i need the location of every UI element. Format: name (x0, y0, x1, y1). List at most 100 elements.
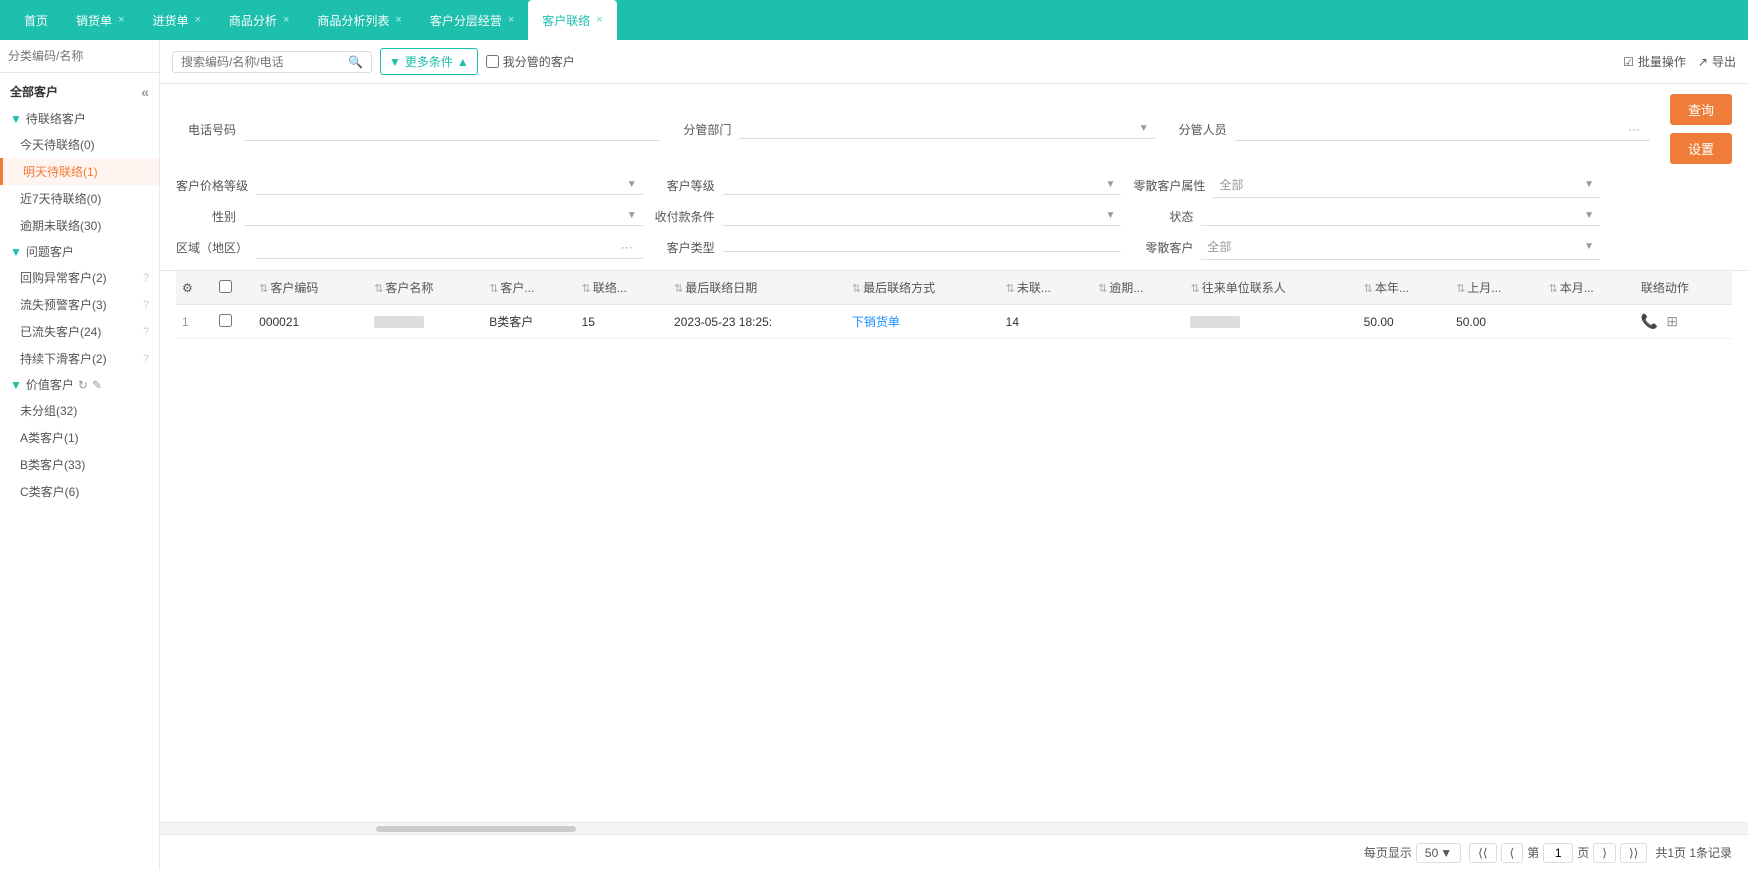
qr-icon[interactable]: ⊞ (1666, 313, 1678, 330)
search-icon[interactable]: 🔍 (348, 55, 363, 69)
col-current-month: ⇅本月... (1543, 271, 1635, 305)
per-page-selector[interactable]: 50 ▼ (1416, 843, 1461, 863)
next-page-button[interactable]: ⟩ (1593, 843, 1616, 863)
sidebar-collapse-icon[interactable]: « (141, 84, 149, 100)
nav-home[interactable]: 首页 (10, 0, 62, 40)
sidebar-item-ungrouped[interactable]: 未分组(32) (0, 397, 159, 424)
horizontal-scrollbar[interactable] (160, 822, 1748, 834)
export-button[interactable]: ↗ 导出 (1698, 53, 1736, 70)
nav-product-analysis[interactable]: 商品分析 × (215, 0, 303, 40)
sidebar-item-churn-warning[interactable]: 流失预警客户(3) ? (0, 291, 159, 318)
filter-gender-select[interactable]: ▼ (244, 206, 643, 226)
sidebar-item-repurchase-abnormal[interactable]: 回购异常客户(2) ? (0, 264, 159, 291)
col-checkbox[interactable] (213, 271, 253, 305)
filter-dept: 分管部门 ▼ (671, 119, 1154, 139)
cell-action: 📞 ⊞ (1635, 305, 1732, 339)
filter-retail-attr-select[interactable]: 全部 ▼ (1213, 172, 1600, 198)
page-number-input[interactable] (1543, 843, 1573, 863)
help-icon-churned: ? (143, 326, 149, 338)
nav-customer-contact[interactable]: 客户联络 × (528, 0, 616, 40)
close-customer-contact[interactable]: × (596, 14, 602, 26)
sidebar-content: 全部客户 « ▼ 待联络客户 今天待联络(0) 明天待联络(1) 近7天待联络(… (0, 73, 159, 870)
close-sales-order[interactable]: × (118, 14, 124, 26)
filter-area-select[interactable]: ··· (256, 236, 643, 259)
person-dots-icon[interactable]: ··· (1624, 122, 1644, 136)
help-icon-declining: ? (143, 353, 149, 365)
filter-person-select[interactable]: ··· (1235, 118, 1650, 141)
cell-current-year: 50.00 (1358, 305, 1450, 339)
pending-arrow-icon: ▼ (10, 112, 22, 126)
filter-icon: ▼ (389, 55, 401, 69)
nav-purchase-order[interactable]: 进货单 × (138, 0, 214, 40)
per-page-chevron-icon: ▼ (1440, 846, 1452, 860)
filter-dept-select[interactable]: ▼ (739, 119, 1154, 139)
col-company-contact: ⇅往来单位联系人 (1184, 271, 1357, 305)
filter-price-level-select[interactable]: ▼ (256, 175, 643, 195)
sidebar-item-churned[interactable]: 已流失客户(24) ? (0, 318, 159, 345)
query-button[interactable]: 查询 (1670, 94, 1732, 125)
retail-customer-chevron-icon: ▼ (1584, 241, 1594, 252)
my-customers-checkbox-area[interactable]: 我分管的客户 (486, 53, 575, 70)
sidebar-item-class-c[interactable]: C类客户(6) (0, 478, 159, 505)
filter-retail-customer-select[interactable]: 全部 ▼ (1201, 234, 1600, 260)
filter-phone-input[interactable] (244, 118, 659, 141)
cell-current-month (1543, 305, 1635, 339)
checkbox-icon: ☑ (1623, 55, 1634, 69)
cell-code: 000021 (253, 305, 368, 339)
call-icon[interactable]: 📞 (1641, 313, 1658, 330)
sidebar-section-pending[interactable]: ▼ 待联络客户 (0, 106, 159, 131)
filter-customer-level: 客户等级 ▼ (655, 175, 1122, 195)
more-conditions-button[interactable]: ▼ 更多条件 ▲ (380, 48, 478, 75)
close-purchase-order[interactable]: × (194, 14, 200, 26)
first-page-button[interactable]: ⟨⟨ (1469, 843, 1496, 863)
filter-customer-level-select[interactable]: ▼ (723, 175, 1122, 195)
select-all-checkbox[interactable] (219, 280, 232, 293)
filter-status: 状态 ▼ (1133, 206, 1600, 226)
sidebar-item-declining[interactable]: 持续下滑客户(2) ? (0, 345, 159, 372)
nav-sales-order[interactable]: 销货单 × (62, 0, 138, 40)
close-customer-tier[interactable]: × (508, 14, 514, 26)
close-product-analysis[interactable]: × (283, 14, 289, 26)
filter-status-select[interactable]: ▼ (1201, 206, 1600, 226)
filter-payment: 收付款条件 ▼ (655, 206, 1122, 226)
nav-customer-tier[interactable]: 客户分层经营 × (416, 0, 528, 40)
filter-customer-type-select[interactable] (723, 243, 1122, 252)
toolbar: 🔍 ▼ 更多条件 ▲ 我分管的客户 ☑ 批量操作 ↗ 导出 (160, 40, 1748, 84)
filter-payment-select[interactable]: ▼ (723, 206, 1122, 226)
cell-overdue (1092, 305, 1184, 339)
set-button[interactable]: 设置 (1670, 133, 1732, 164)
nav-product-analysis-list[interactable]: 商品分析列表 × (303, 0, 415, 40)
cell-checkbox[interactable] (213, 305, 253, 339)
my-customers-checkbox[interactable] (486, 55, 499, 68)
prev-page-button[interactable]: ⟨ (1501, 843, 1524, 863)
sidebar-item-class-b[interactable]: B类客户(33) (0, 451, 159, 478)
sidebar-item-class-a[interactable]: A类客户(1) (0, 424, 159, 451)
value-section-edit[interactable]: ✎ (92, 378, 102, 392)
sidebar-item-today-contact[interactable]: 今天待联络(0) (0, 131, 159, 158)
batch-operation-button[interactable]: ☑ 批量操作 (1623, 53, 1686, 70)
sidebar-item-tomorrow-contact[interactable]: 明天待联络(1) (0, 158, 159, 185)
sidebar-search-input[interactable] (8, 49, 163, 63)
sidebar-item-overdue-contact[interactable]: 逾期未联络(30) (0, 212, 159, 239)
col-settings[interactable]: ⚙ (176, 271, 213, 305)
filter-retail-customer: 零散客户 全部 ▼ (1133, 234, 1600, 260)
value-section-refresh[interactable]: ↻ (78, 378, 88, 392)
dept-chevron-icon: ▼ (1139, 123, 1149, 134)
area-dots-icon[interactable]: ··· (617, 240, 637, 254)
sidebar-section-value[interactable]: ▼ 价值客户 ↻ ✎ (0, 372, 159, 397)
sidebar-item-7days-contact[interactable]: 近7天待联络(0) (0, 185, 159, 212)
sidebar-section-problem[interactable]: ▼ 问题客户 (0, 239, 159, 264)
sidebar-all-customers[interactable]: 全部客户 « (0, 77, 159, 106)
top-navigation: 首页 销货单 × 进货单 × 商品分析 × 商品分析列表 × 客户分层经营 × … (0, 0, 1748, 40)
customer-level-chevron-icon: ▼ (1105, 179, 1115, 190)
close-product-analysis-list[interactable]: × (395, 14, 401, 26)
last-page-button[interactable]: ⟩⟩ (1620, 843, 1647, 863)
scrollbar-thumb[interactable] (376, 826, 576, 832)
row-checkbox[interactable] (219, 314, 232, 327)
cell-last-contact-method: 下销货单 (846, 305, 1000, 339)
last-contact-method-link[interactable]: 下销货单 (852, 315, 900, 329)
search-input[interactable] (181, 55, 348, 69)
cell-last-contact-date: 2023-05-23 18:25: (668, 305, 846, 339)
filter-panel: 电话号码 分管部门 ▼ 分管人员 ··· (160, 84, 1748, 271)
pagination-area: ⟨⟨ ⟨ 第 页 ⟩ ⟩⟩ (1469, 843, 1647, 863)
